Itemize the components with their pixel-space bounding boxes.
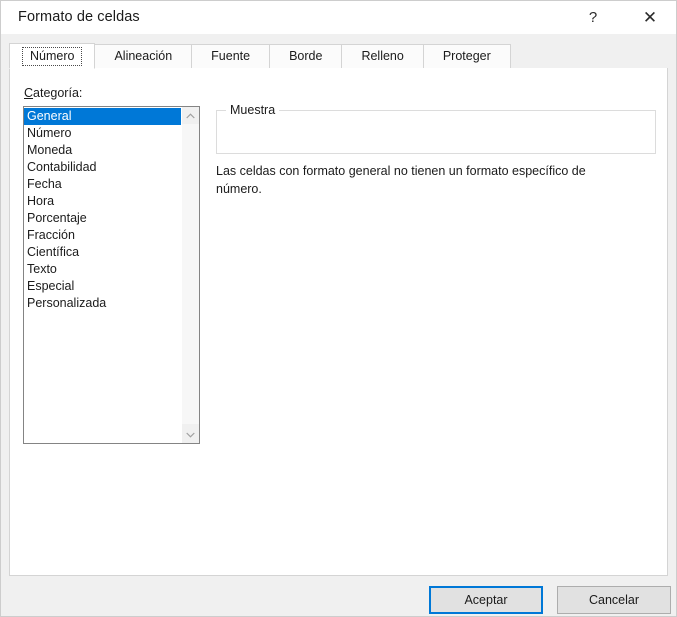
list-item[interactable]: Número: [24, 125, 181, 142]
list-item[interactable]: Científica: [24, 244, 181, 261]
list-item[interactable]: Hora: [24, 193, 181, 210]
question-mark-icon: ?: [588, 8, 598, 26]
list-item[interactable]: Personalizada: [24, 295, 181, 312]
help-button[interactable]: ?: [570, 1, 616, 33]
category-description: Las celdas con formato general no tienen…: [216, 164, 586, 196]
tab-label: Borde: [289, 49, 323, 63]
title-bar: Formato de celdas ? ✕: [1, 1, 676, 34]
accept-button-label: Aceptar: [464, 593, 508, 607]
tab-borde[interactable]: Borde: [269, 44, 343, 69]
tab-label: Alineación: [114, 49, 173, 63]
format-cells-dialog: Formato de celdas ? ✕ Número Alineación …: [0, 0, 677, 617]
close-button[interactable]: ✕: [627, 1, 673, 33]
list-item[interactable]: Contabilidad: [24, 159, 181, 176]
list-item[interactable]: Texto: [24, 261, 181, 278]
list-item[interactable]: Especial: [24, 278, 181, 295]
tab-alineacion[interactable]: Alineación: [94, 44, 193, 69]
list-item[interactable]: Fecha: [24, 176, 181, 193]
list-item[interactable]: Fracción: [24, 227, 181, 244]
category-label: Categoría:: [24, 86, 82, 100]
tab-label: Proteger: [442, 49, 491, 63]
chevron-up-icon[interactable]: [182, 107, 199, 124]
scrollbar-thumb[interactable]: [182, 124, 199, 424]
sample-groupbox: Muestra: [216, 103, 656, 154]
category-label-rest: ategoría:: [33, 86, 83, 100]
category-label-accel: C: [24, 86, 34, 100]
tab-fuente[interactable]: Fuente: [191, 44, 271, 69]
tab-content-panel: Categoría: General Número Moneda Contabi…: [9, 68, 668, 576]
close-icon: ✕: [642, 7, 658, 27]
tab-strip: Número Alineación Fuente Borde Relleno P…: [9, 43, 668, 69]
sample-legend: Muestra: [226, 103, 280, 117]
list-item[interactable]: Moneda: [24, 142, 181, 159]
tab-label: Relleno: [361, 49, 404, 63]
tab-numero[interactable]: Número: [9, 43, 96, 69]
chevron-down-icon[interactable]: [182, 426, 199, 443]
tab-relleno[interactable]: Relleno: [341, 44, 424, 69]
cancel-button-label: Cancelar: [588, 593, 640, 607]
list-item[interactable]: Porcentaje: [24, 210, 181, 227]
tab-proteger[interactable]: Proteger: [422, 44, 511, 69]
cancel-button[interactable]: Cancelar: [557, 586, 671, 614]
accept-button[interactable]: Aceptar: [429, 586, 543, 614]
tab-label: Número: [22, 46, 83, 66]
list-item[interactable]: General: [24, 108, 181, 125]
tab-label: Fuente: [211, 49, 251, 63]
category-listbox[interactable]: General Número Moneda Contabilidad Fecha…: [23, 106, 200, 444]
category-list[interactable]: General Número Moneda Contabilidad Fecha…: [24, 107, 181, 443]
dialog-title: Formato de celdas: [18, 9, 140, 25]
category-scrollbar[interactable]: [181, 107, 199, 443]
